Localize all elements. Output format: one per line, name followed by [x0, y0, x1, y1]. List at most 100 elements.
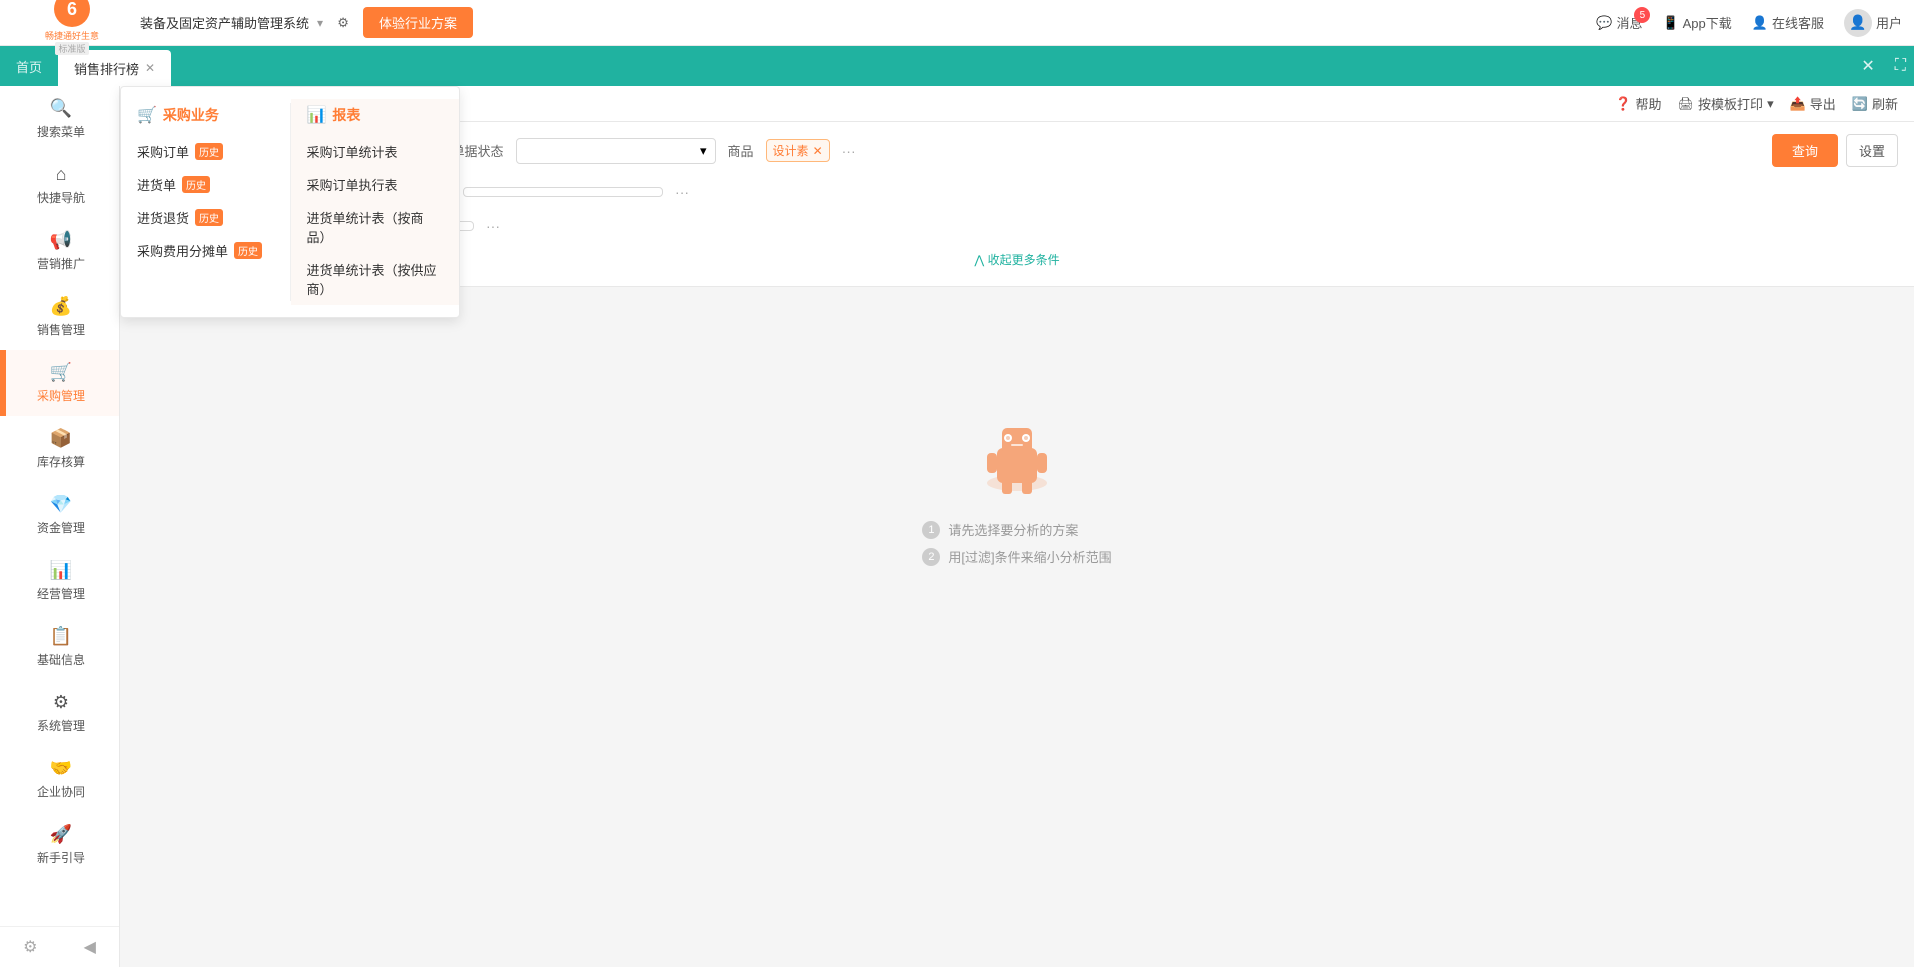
dropdown-item-goods-receipt[interactable]: 进货单 历史 — [129, 168, 282, 201]
tabbar-close-all[interactable]: ✕ — [1849, 46, 1886, 86]
help-button[interactable]: ❓ 帮助 — [1615, 94, 1661, 113]
tip-num-1: 1 — [922, 521, 940, 539]
svg-text:6: 6 — [67, 0, 77, 19]
system-name-area: 装备及固定资产辅助管理系统 ▾ ⚙ — [140, 11, 355, 35]
refresh-icon: 🔄 — [1852, 96, 1868, 112]
empty-illustration — [967, 408, 1067, 508]
phone-icon: 📱 — [1662, 15, 1678, 31]
purchase-order-label: 采购订单 — [137, 142, 189, 161]
goods-ellipsis[interactable]: ··· — [842, 143, 856, 159]
goods-tag-value: 设计素 — [773, 142, 809, 159]
tab-sales-rank[interactable]: 销售排行榜 ✕ — [58, 50, 171, 86]
dropdown-item-order-exec[interactable]: 采购订单执行表 — [299, 168, 452, 201]
collapse-arrow-icon: ⋀ — [974, 253, 984, 267]
sidebar-item-marketing[interactable]: 📢 营销推广 — [0, 218, 119, 284]
industry-button[interactable]: 体验行业方案 — [363, 7, 473, 38]
sidebar-label-purchase: 采购管理 — [37, 387, 85, 404]
dropdown-item-purchase-cost[interactable]: 采购费用分摊单 历史 — [129, 234, 282, 267]
dropdown-item-goods-return[interactable]: 进货退货 历史 — [129, 201, 282, 234]
dropdown-menu: 🛒 采购业务 采购订单 历史 进货单 历史 进货退货 历史 采购费用分摊单 历史 — [120, 86, 460, 318]
topbar-right: 💬 消息 5 📱 App下载 👤 在线客服 👤 用户 — [1596, 9, 1902, 37]
tab-home-label: 首页 — [16, 57, 42, 76]
sidebar-item-operations[interactable]: 📊 经营管理 — [0, 548, 119, 614]
system-name: 装备及固定资产辅助管理系统 — [140, 13, 309, 32]
sidebar-item-base-info[interactable]: 📋 基础信息 — [0, 614, 119, 680]
service-icon: 👤 — [1752, 15, 1768, 31]
sidebar-label-marketing: 营销推广 — [37, 255, 85, 272]
operations-icon: 📊 — [50, 560, 72, 581]
tip-text-1: 请先选择要分析的方案 — [948, 520, 1078, 539]
sidebar-label-inventory: 库存核算 — [37, 453, 85, 470]
reports-section-icon: 📊 — [307, 105, 327, 125]
sidebar-item-search[interactable]: 🔍 搜索菜单 — [0, 86, 119, 152]
goods-tag: 设计素 ✕ — [766, 139, 830, 162]
purchase-section-title: 采购业务 — [163, 105, 219, 125]
export-button[interactable]: 📤 导出 — [1790, 94, 1836, 113]
user-label: 用户 — [1876, 13, 1902, 32]
logo-line2: 标准版 — [55, 42, 88, 55]
sidebar: 🔍 搜索菜单 ⌂ 快捷导航 📢 营销推广 💰 销售管理 🛒 采购管理 📦 库存核… — [0, 86, 120, 967]
print-button[interactable]: 🖨 按模板打印 ▾ — [1678, 94, 1774, 113]
empty-tip-1: 1 请先选择要分析的方案 — [922, 520, 1111, 539]
sidebar-label-enterprise: 企业协同 — [37, 783, 85, 800]
dropdown-item-goods-stats-product[interactable]: 进货单统计表（按商品） — [299, 201, 452, 253]
salesperson-ellipsis[interactable]: ··· — [675, 184, 689, 200]
dropdown-item-goods-stats-supplier[interactable]: 进货单统计表（按供应商） — [299, 253, 452, 305]
help-label: 帮助 — [1636, 94, 1662, 113]
sidebar-label-quick-nav: 快捷导航 — [37, 189, 85, 206]
dropdown-item-purchase-order[interactable]: 采购订单 历史 — [129, 135, 282, 168]
salesperson-select[interactable] — [463, 187, 663, 197]
sidebar-item-inventory[interactable]: 📦 库存核算 — [0, 416, 119, 482]
sidebar-item-enterprise[interactable]: 🤝 企业协同 — [0, 746, 119, 812]
empty-tip-2: 2 用[过滤]条件来缩小分析范围 — [922, 547, 1111, 566]
sidebar-item-system[interactable]: ⚙ 系统管理 — [0, 680, 119, 746]
sidebar-item-guide[interactable]: 🚀 新手引导 — [0, 812, 119, 878]
message-badge: 5 — [1634, 7, 1650, 23]
reports-section-title: 报表 — [332, 105, 360, 125]
dropdown-col-title-purchase: 🛒 采购业务 — [129, 99, 282, 131]
settings-button[interactable]: 设置 — [1846, 134, 1898, 167]
settings-icon[interactable]: ⚙ — [331, 11, 355, 35]
status-select-arrow: ▾ — [700, 143, 707, 159]
sidebar-label-guide: 新手引导 — [37, 849, 85, 866]
goods-stats-supplier-label: 进货单统计表（按供应商） — [307, 260, 444, 298]
online-service-button[interactable]: 👤 在线客服 — [1752, 13, 1824, 32]
dropdown-item-order-stats[interactable]: 采购订单统计表 — [299, 135, 452, 168]
sidebar-settings-btn[interactable]: ⚙ — [23, 937, 37, 957]
message-icon: 💬 — [1596, 15, 1612, 31]
dropdown-cols: 🛒 采购业务 采购订单 历史 进货单 历史 进货退货 历史 采购费用分摊单 历史 — [121, 99, 459, 305]
sidebar-label-system: 系统管理 — [37, 717, 85, 734]
tab-close-icon[interactable]: ✕ — [145, 61, 155, 75]
sidebar-label-finance: 资金管理 — [37, 519, 85, 536]
customer-ellipsis[interactable]: ··· — [486, 218, 500, 234]
goods-return-history: 历史 — [195, 209, 223, 226]
base-info-icon: 📋 — [50, 626, 72, 647]
export-label: 导出 — [1810, 94, 1836, 113]
tabbar-expand[interactable]: ⛶ — [1887, 46, 1914, 86]
purchase-cost-history: 历史 — [234, 242, 262, 259]
finance-icon: 💎 — [50, 494, 72, 515]
refresh-button[interactable]: 🔄 刷新 — [1852, 94, 1898, 113]
export-icon: 📤 — [1790, 96, 1806, 112]
goods-tag-close[interactable]: ✕ — [813, 144, 823, 158]
system-arrow-icon[interactable]: ▾ — [317, 16, 323, 30]
tab-sales-rank-label: 销售排行榜 — [74, 59, 139, 78]
sidebar-item-sales[interactable]: 💰 销售管理 — [0, 284, 119, 350]
help-icon: ❓ — [1615, 96, 1631, 112]
topbar: 6 畅捷通好生意 标准版 装备及固定资产辅助管理系统 ▾ ⚙ 体验行业方案 💬 … — [0, 0, 1914, 46]
status-select[interactable]: ▾ — [516, 138, 716, 164]
sidebar-collapse-btn[interactable]: ◀ — [84, 937, 96, 957]
user-area[interactable]: 👤 用户 — [1844, 9, 1902, 37]
tabbar: 首页 销售排行榜 ✕ ✕ ⛶ — [0, 46, 1914, 86]
query-button[interactable]: 查询 — [1772, 134, 1838, 167]
message-button[interactable]: 💬 消息 5 — [1596, 13, 1642, 32]
print-dropdown-icon[interactable]: ▾ — [1767, 96, 1774, 112]
sidebar-item-finance[interactable]: 💎 资金管理 — [0, 482, 119, 548]
app-download-button[interactable]: 📱 App下载 — [1662, 13, 1731, 32]
sidebar-item-purchase[interactable]: 🛒 采购管理 — [0, 350, 119, 416]
goods-receipt-history: 历史 — [182, 176, 210, 193]
logo: 6 畅捷通好生意 标准版 — [12, 0, 132, 55]
purchase-icon: 🛒 — [50, 362, 72, 383]
sidebar-item-quick-nav[interactable]: ⌂ 快捷导航 — [0, 152, 119, 218]
sidebar-label-sales: 销售管理 — [37, 321, 85, 338]
